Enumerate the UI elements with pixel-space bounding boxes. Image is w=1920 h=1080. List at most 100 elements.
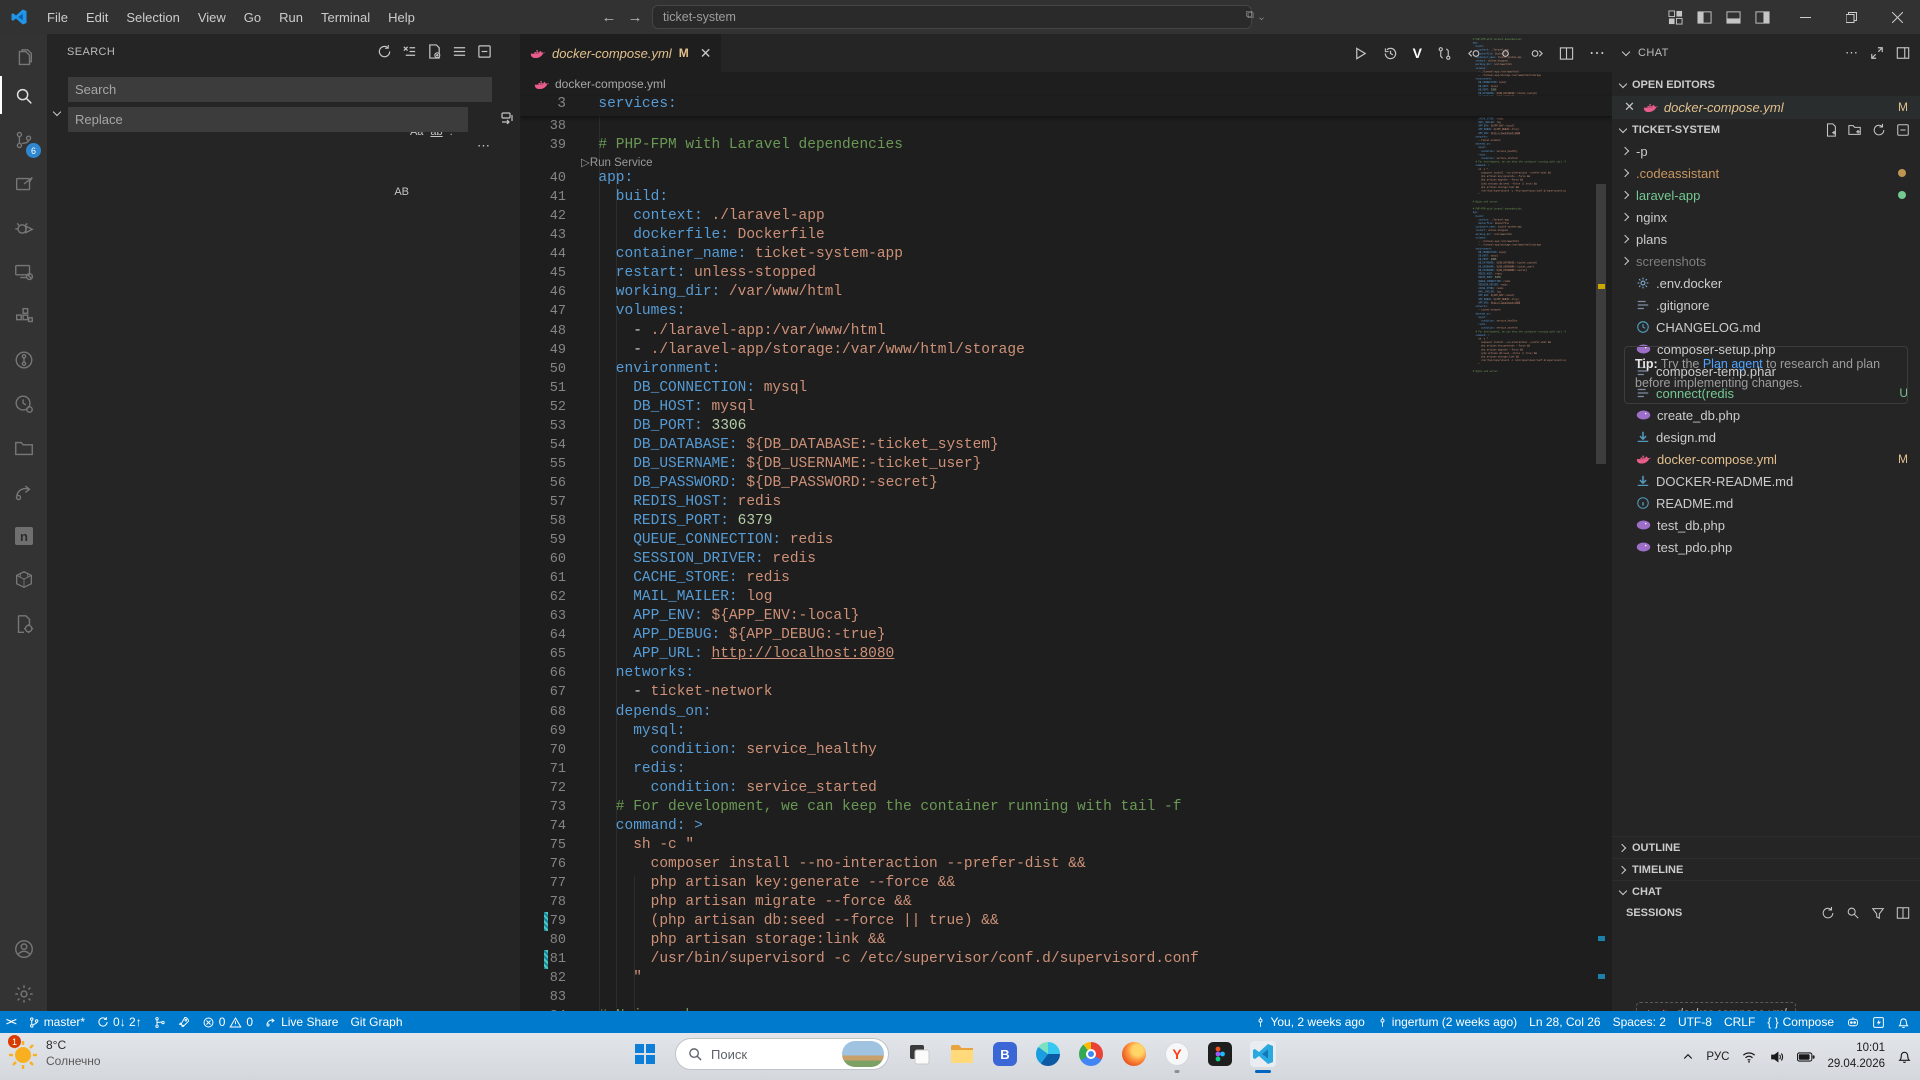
code-line-70[interactable]: 70 condition: service_healthy: [520, 741, 1480, 760]
blame-status[interactable]: You, 2 weeks ago: [1249, 1011, 1370, 1033]
rocket-status-icon[interactable]: [172, 1011, 196, 1033]
code-line-39[interactable]: 39 # PHP-FPM with Laravel dependencies: [520, 136, 1480, 155]
code-line-55[interactable]: 55 DB_USERNAME: ${DB_USERNAME:-ticket_us…: [520, 455, 1480, 474]
toggle-panel-icon[interactable]: [1726, 10, 1741, 25]
toggle-sidebar-icon[interactable]: [1697, 10, 1712, 25]
code-line-59[interactable]: 59 QUEUE_CONNECTION: redis: [520, 531, 1480, 550]
open-search-editor-icon[interactable]: [427, 44, 442, 59]
timeline-section[interactable]: TIMELINE: [1612, 858, 1920, 880]
code-line-61[interactable]: 61 CACHE_STORE: redis: [520, 569, 1480, 588]
weather-widget[interactable]: 1 8°C Солнечно: [6, 1035, 101, 1071]
minimap[interactable]: # PHP-FPM with Laravel dependencies app:…: [1470, 34, 1566, 594]
chrome-icon[interactable]: [1078, 1041, 1104, 1067]
edit-session-status-icon[interactable]: [1866, 1011, 1891, 1033]
menu-file[interactable]: File: [38, 0, 77, 34]
editor-scrollbar[interactable]: [1596, 116, 1608, 1011]
code-line-71[interactable]: 71 redis:: [520, 760, 1480, 779]
vk-icon[interactable]: B: [992, 1041, 1018, 1067]
plan-agent-link[interactable]: Plan agent: [1703, 357, 1763, 371]
codelens-run-service[interactable]: ▷Run Service: [581, 155, 652, 169]
minimize-button[interactable]: [1782, 0, 1828, 34]
tab-docker-compose[interactable]: docker-compose.yml M ✕: [520, 34, 723, 72]
close-button[interactable]: [1874, 0, 1920, 34]
tree-item-create-db.php[interactable]: create_db.php: [1612, 404, 1920, 426]
editor-notes-icon[interactable]: [0, 164, 47, 204]
notebook-n-icon[interactable]: n: [0, 516, 47, 556]
nav-back-icon[interactable]: ←: [600, 9, 618, 26]
maximize-panel-icon[interactable]: [1870, 46, 1884, 60]
code-line-56[interactable]: 56 DB_PASSWORD: ${DB_PASSWORD:-secret}: [520, 474, 1480, 493]
more-actions-icon[interactable]: ⋯: [1589, 43, 1606, 63]
edge-icon[interactable]: [1035, 1041, 1061, 1067]
split-sessions-icon[interactable]: [1896, 906, 1910, 920]
wifi-icon[interactable]: [1741, 1050, 1757, 1064]
tree-item-changelog.md[interactable]: CHANGELOG.md: [1612, 316, 1920, 338]
run-icon[interactable]: [1353, 46, 1368, 61]
refresh-sessions-icon[interactable]: [1821, 906, 1835, 920]
tree-item-.gitignore[interactable]: .gitignore: [1612, 294, 1920, 316]
code-line-45[interactable]: 45 restart: unless-stopped: [520, 264, 1480, 283]
toggle-search-details-icon[interactable]: ⋯: [477, 138, 492, 154]
copilot-status-icon[interactable]: [1840, 1011, 1866, 1033]
code-line-50[interactable]: 50 environment:: [520, 360, 1480, 379]
tree-item-design.md[interactable]: design.md: [1612, 426, 1920, 448]
code-line-47[interactable]: 47 volumes:: [520, 302, 1480, 321]
code-line-80[interactable]: 80 php artisan storage:link &&: [520, 931, 1480, 950]
code-line-41[interactable]: 41 build:: [520, 188, 1480, 207]
code-line-49[interactable]: 49 - ./laravel-app/storage:/var/www/html…: [520, 341, 1480, 360]
language-mode[interactable]: { } Compose: [1761, 1011, 1840, 1033]
start-button[interactable]: [632, 1041, 658, 1067]
search-sessions-icon[interactable]: [1846, 906, 1860, 920]
code-line-57[interactable]: 57 REDIS_HOST: redis: [520, 493, 1480, 512]
code-line-76[interactable]: 76 composer install --no-interaction --p…: [520, 855, 1480, 874]
code-line-82[interactable]: 82 ": [520, 969, 1480, 988]
tree-item-.codeassistant[interactable]: .codeassistant: [1612, 162, 1920, 184]
breadcrumb[interactable]: docker-compose.yml: [520, 72, 1612, 96]
code-line-63[interactable]: 63 APP_ENV: ${APP_ENV:-local}: [520, 607, 1480, 626]
encoding-status[interactable]: UTF-8: [1672, 1011, 1718, 1033]
code-line-62[interactable]: 62 MAIL_MAILER: log: [520, 588, 1480, 607]
close-editor-icon[interactable]: ✕: [1624, 99, 1635, 115]
tree-item-docker-readme.md[interactable]: DOCKER-README.md: [1612, 470, 1920, 492]
tray-chevron-icon[interactable]: [1682, 1051, 1694, 1063]
restore-button[interactable]: [1828, 0, 1874, 34]
run-debug-icon[interactable]: [0, 208, 47, 248]
vscode-taskbar-icon[interactable]: [1250, 1041, 1276, 1073]
code-line-74[interactable]: 74 command: >: [520, 817, 1480, 836]
code-line-75[interactable]: 75 sh -c ": [520, 836, 1480, 855]
tray-clock[interactable]: 10:01 29.04.2026: [1827, 1041, 1885, 1072]
new-file-icon[interactable]: [1824, 122, 1838, 137]
notification-bell-icon[interactable]: [1897, 1049, 1912, 1064]
replace-input[interactable]: Replace AB: [68, 107, 468, 198]
code-viewport[interactable]: 38 39 # PHP-FPM with Laravel dependencies…: [520, 116, 1480, 1011]
live-share-icon[interactable]: [0, 472, 47, 512]
preserve-case-icon[interactable]: AB: [394, 186, 409, 198]
taskbar-search[interactable]: Поиск: [675, 1038, 889, 1070]
account-icon[interactable]: [0, 929, 47, 969]
git-graph-status-icon[interactable]: [148, 1011, 172, 1033]
problems-status[interactable]: 0 0: [196, 1011, 259, 1033]
code-line-72[interactable]: 72 condition: service_started: [520, 779, 1480, 798]
tree-item--p[interactable]: -p: [1612, 140, 1920, 162]
panel-layout-icon[interactable]: [1896, 46, 1910, 60]
code-line-60[interactable]: 60 SESSION_DRIVER: redis: [520, 550, 1480, 569]
code-line-44[interactable]: 44 container_name: ticket-system-app: [520, 245, 1480, 264]
indentation-status[interactable]: Spaces: 2: [1607, 1011, 1672, 1033]
cursor-position[interactable]: Ln 28, Col 26: [1523, 1011, 1606, 1033]
code-line-68[interactable]: 68 depends_on:: [520, 703, 1480, 722]
containers-icon[interactable]: [0, 560, 47, 600]
branch-status[interactable]: master*: [22, 1011, 91, 1033]
menu-terminal[interactable]: Terminal: [312, 0, 379, 34]
battery-icon[interactable]: [1797, 1051, 1815, 1063]
code-line-48[interactable]: 48 - ./laravel-app:/var/www/html: [520, 322, 1480, 341]
notifications-bell-icon[interactable]: [1891, 1011, 1916, 1033]
v-extension-action[interactable]: V: [1413, 45, 1422, 61]
tree-item-.env.docker[interactable]: .env.docker: [1612, 272, 1920, 294]
task-file-icon[interactable]: [0, 604, 47, 644]
code-line-53[interactable]: 53 DB_PORT: 3306: [520, 417, 1480, 436]
tree-item-laravel-app[interactable]: laravel-app: [1612, 184, 1920, 206]
figma-icon[interactable]: [1207, 1041, 1233, 1067]
open-editor-item[interactable]: ✕ docker-compose.yml M: [1612, 96, 1920, 118]
code-line-73[interactable]: 73 # For development, we can keep the co…: [520, 798, 1480, 817]
git-graph-status[interactable]: Git Graph: [344, 1011, 408, 1033]
